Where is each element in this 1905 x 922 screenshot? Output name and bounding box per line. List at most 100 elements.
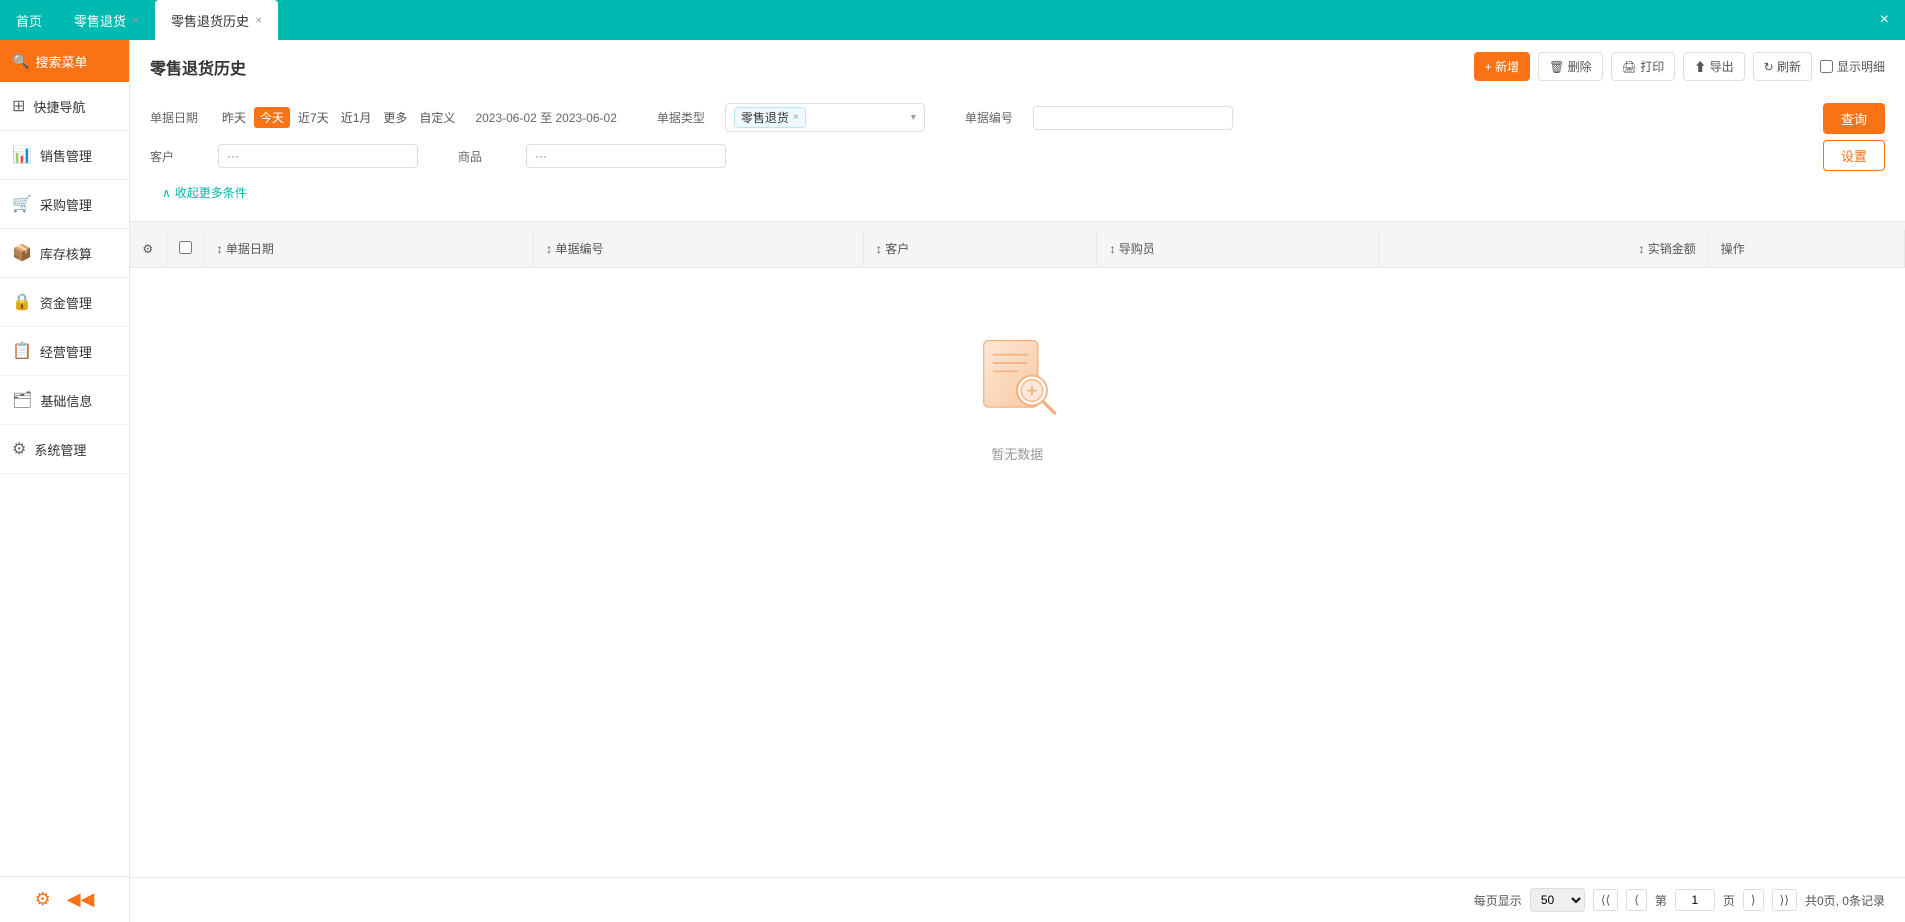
th-voucher-no[interactable]: ↕ 单据编号 xyxy=(534,230,864,268)
top-tab-bar: 首页 零售退货 × 零售退货历史 × × xyxy=(0,0,1905,40)
filter-item-voucher-type: 单据类型 零售退货 × ▾ xyxy=(657,103,925,132)
voucher-type-arrow: ▾ xyxy=(911,112,916,123)
date-opt-1month[interactable]: 近1月 xyxy=(337,107,376,128)
tab-retail-return[interactable]: 零售退货 × xyxy=(58,0,155,40)
voucher-date-label: 单据日期 xyxy=(150,109,210,126)
show-detail-checkbox[interactable] xyxy=(1820,60,1833,73)
prev-page-button[interactable]: ⟨ xyxy=(1626,889,1647,911)
voucher-type-tag-close[interactable]: × xyxy=(793,112,799,123)
empty-state-row: 暂无数据 xyxy=(130,268,1905,524)
th-actual-amount[interactable]: ↕ 实销金额 xyxy=(1379,230,1709,268)
show-detail-label[interactable]: 显示明细 xyxy=(1820,58,1885,75)
empty-state: 暂无数据 xyxy=(130,268,1905,523)
th-customer[interactable]: ↕ 客户 xyxy=(863,230,1097,268)
operations-icon: 📋 xyxy=(12,341,32,361)
close-tab-retail-return-history[interactable]: × xyxy=(255,13,262,27)
window-close-button[interactable]: × xyxy=(1864,11,1905,29)
date-opt-custom[interactable]: 自定义 xyxy=(415,107,459,128)
tab-retail-return-history[interactable]: 零售退货历史 × xyxy=(155,0,278,40)
sidebar-item-quick-nav[interactable]: ⊞ 快捷导航 xyxy=(0,82,129,131)
base-info-icon: 🗂 xyxy=(12,390,32,410)
sidebar-search[interactable]: 🔍 搜索菜单 xyxy=(0,40,129,82)
sidebar: 🔍 搜索菜单 ⊞ 快捷导航 📊 销售管理 🛒 采购管理 📦 库存核算 🔒 资金管… xyxy=(0,40,130,922)
main-layout: 🔍 搜索菜单 ⊞ 快捷导航 📊 销售管理 🛒 采购管理 📦 库存核算 🔒 资金管… xyxy=(0,40,1905,922)
inventory-icon: 📦 xyxy=(12,243,32,263)
total-info: 共0页, 0条记录 xyxy=(1805,892,1885,909)
collapse-button[interactable]: ∧ 收起更多条件 xyxy=(150,180,259,205)
per-page-select[interactable]: 20 50 100 xyxy=(1530,888,1585,912)
voucher-type-label: 单据类型 xyxy=(657,109,717,126)
sidebar-item-sys-mgmt[interactable]: ⚙ 系统管理 xyxy=(0,425,129,474)
first-page-button[interactable]: ⟨⟨ xyxy=(1593,889,1618,911)
th-action: 操作 xyxy=(1708,230,1904,268)
page-number-input[interactable] xyxy=(1675,889,1715,911)
sidebar-item-finance[interactable]: 🔒 资金管理 xyxy=(0,278,129,327)
voucher-type-select[interactable]: 零售退货 × ▾ xyxy=(725,103,925,132)
date-opt-today[interactable]: 今天 xyxy=(254,107,290,128)
sidebar-audio-button[interactable]: ◀◀ xyxy=(67,889,95,910)
page-unit: 页 xyxy=(1723,892,1735,909)
date-range: 2023-06-02 至 2023-06-02 xyxy=(475,109,616,126)
sidebar-item-purchase-mgmt[interactable]: 🛒 采购管理 xyxy=(0,180,129,229)
date-opt-7days[interactable]: 近7天 xyxy=(294,107,333,128)
filter-item-customer: 客户 xyxy=(150,144,418,168)
next-page-button[interactable]: ⟩ xyxy=(1743,889,1764,911)
page-title-row: 零售退货历史 + 新增 🗑 删除 🖨 打印 ⬆ 导出 ↻ 刷新 显示明细 xyxy=(150,52,1885,81)
th-settings[interactable]: ⚙ xyxy=(130,230,166,268)
th-voucher-date[interactable]: ↕ 单据日期 xyxy=(204,230,534,268)
close-tab-retail-return[interactable]: × xyxy=(132,13,139,27)
sidebar-item-inventory[interactable]: 📦 库存核算 xyxy=(0,229,129,278)
search-icon: 🔍 xyxy=(12,53,29,70)
table-body: 暂无数据 xyxy=(130,268,1905,524)
date-options: 昨天 今天 近7天 近1月 更多 自定义 xyxy=(218,107,459,128)
quick-nav-icon: ⊞ xyxy=(12,96,25,116)
th-guide[interactable]: ↕ 导购员 xyxy=(1097,230,1379,268)
sidebar-bottom: ⚙ ◀◀ xyxy=(0,876,129,922)
date-opt-more[interactable]: 更多 xyxy=(379,107,411,128)
th-checkbox[interactable] xyxy=(166,230,204,268)
collapse-icon: ∧ xyxy=(162,186,171,200)
filter-row-2: 客户 商品 xyxy=(150,144,1823,172)
purchase-mgmt-icon: 🛒 xyxy=(12,194,32,214)
goods-label: 商品 xyxy=(458,148,518,165)
export-button[interactable]: ⬆ 导出 xyxy=(1683,52,1744,81)
print-button[interactable]: 🖨 打印 xyxy=(1611,52,1676,81)
finance-icon: 🔒 xyxy=(12,292,32,312)
filter-row-1: 单据日期 昨天 今天 近7天 近1月 更多 自定义 2023-06-02 至 2… xyxy=(150,103,1823,136)
toolbar: + 新增 🗑 删除 🖨 打印 ⬆ 导出 ↻ 刷新 显示明细 xyxy=(1474,52,1885,81)
set-button[interactable]: 设置 xyxy=(1823,140,1885,171)
date-opt-yesterday[interactable]: 昨天 xyxy=(218,107,250,128)
query-set-col: 查询 设置 xyxy=(1823,103,1885,171)
voucher-no-input[interactable] xyxy=(1033,106,1233,130)
query-button[interactable]: 查询 xyxy=(1823,103,1885,134)
data-table: ⚙ ↕ 单据日期 ↕ 单据编号 ↕ 客户 xyxy=(130,230,1905,523)
select-all-checkbox[interactable] xyxy=(179,241,192,254)
filter-area: 单据日期 昨天 今天 近7天 近1月 更多 自定义 2023-06-02 至 2… xyxy=(150,93,1885,221)
sales-mgmt-icon: 📊 xyxy=(12,145,32,165)
voucher-no-label: 单据编号 xyxy=(965,109,1025,126)
filter-item-voucher-no: 单据编号 xyxy=(965,106,1233,130)
sidebar-gear-button[interactable]: ⚙ xyxy=(35,889,51,910)
sidebar-item-base-info[interactable]: 🗂 基础信息 xyxy=(0,376,129,425)
per-page-label: 每页显示 xyxy=(1474,892,1522,909)
tab-home[interactable]: 首页 xyxy=(0,0,58,40)
sys-mgmt-icon: ⚙ xyxy=(12,439,26,459)
table-header-row: ⚙ ↕ 单据日期 ↕ 单据编号 ↕ 客户 xyxy=(130,230,1905,268)
empty-state-icon xyxy=(967,328,1067,428)
refresh-button[interactable]: ↻ 刷新 xyxy=(1753,52,1812,81)
content-area: 零售退货历史 + 新增 🗑 删除 🖨 打印 ⬆ 导出 ↻ 刷新 显示明细 xyxy=(130,40,1905,922)
last-page-button[interactable]: ⟩⟩ xyxy=(1772,889,1797,911)
voucher-type-tag: 零售退货 × xyxy=(734,107,806,128)
customer-input[interactable] xyxy=(218,144,418,168)
sidebar-item-operations[interactable]: 📋 经营管理 xyxy=(0,327,129,376)
page-title: 零售退货历史 xyxy=(150,55,246,79)
customer-label: 客户 xyxy=(150,148,210,165)
goods-input[interactable] xyxy=(526,144,726,168)
delete-button[interactable]: 🗑 删除 xyxy=(1538,52,1603,81)
table-container: ⚙ ↕ 单据日期 ↕ 单据编号 ↕ 客户 xyxy=(130,230,1905,877)
filter-item-date: 单据日期 昨天 今天 近7天 近1月 更多 自定义 2023-06-02 至 2… xyxy=(150,107,617,128)
page-header: 零售退货历史 + 新增 🗑 删除 🖨 打印 ⬆ 导出 ↻ 刷新 显示明细 xyxy=(130,40,1905,222)
pagination-bar: 每页显示 20 50 100 ⟨⟨ ⟨ 第 页 ⟩ ⟩⟩ 共0页, 0条记录 xyxy=(130,877,1905,922)
new-button[interactable]: + 新增 xyxy=(1474,52,1530,81)
sidebar-item-sales-mgmt[interactable]: 📊 销售管理 xyxy=(0,131,129,180)
